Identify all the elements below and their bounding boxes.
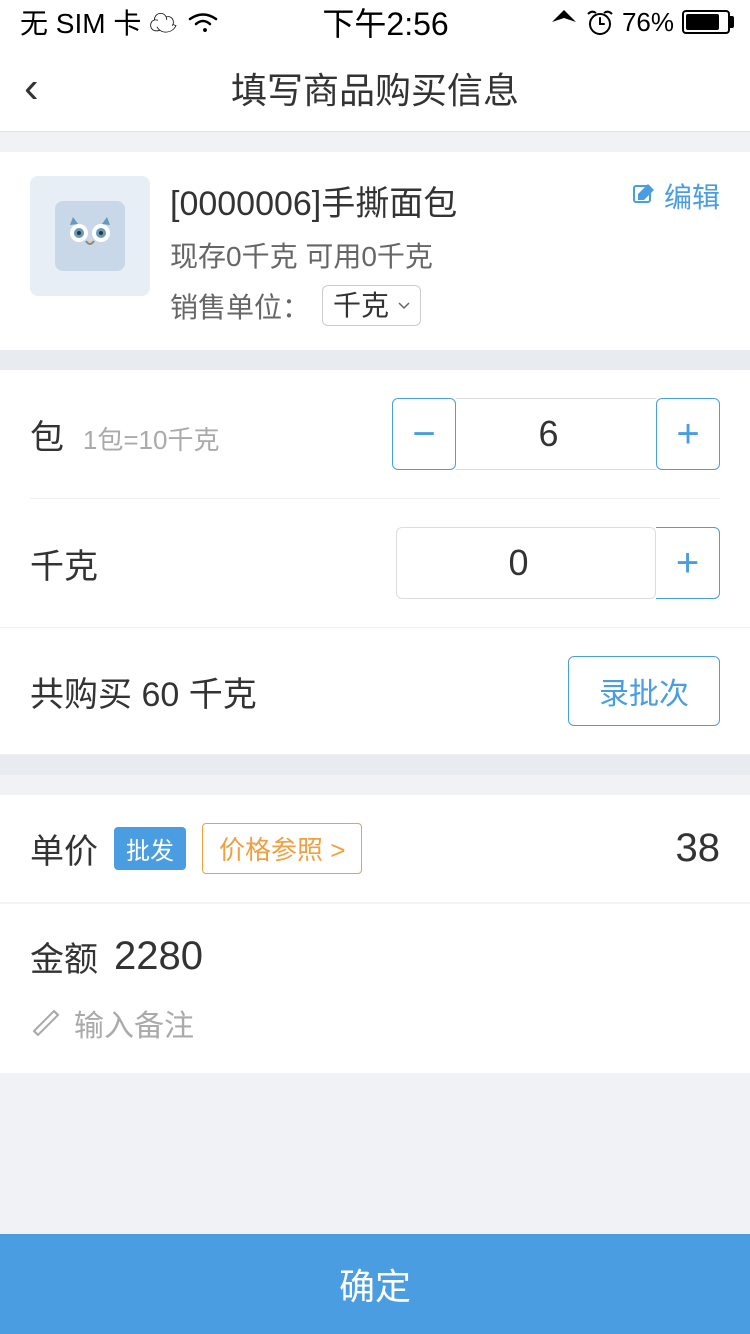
unit-select[interactable]: 千克 包	[322, 285, 421, 326]
bao-label-group: 包 1包=10千克	[30, 410, 219, 459]
status-bar: 无 SIM 卡 ☁ 下午2:56 76%	[0, 0, 750, 44]
amount-value: 2280	[114, 934, 203, 979]
edit-button[interactable]: 编辑	[630, 176, 720, 216]
qianke-quantity-input[interactable]	[396, 527, 656, 599]
product-unit-row: 销售单位： 千克 包	[170, 285, 720, 326]
status-time: 下午2:56	[322, 0, 448, 45]
status-right: 76%	[550, 7, 730, 38]
qianke-quantity-control: +	[396, 527, 720, 599]
batch-button[interactable]: 录批次	[568, 656, 720, 726]
bao-hint: 1包=10千克	[83, 425, 220, 455]
total-row: 共购买 60 千克 录批次	[0, 627, 750, 755]
amount-label: 金额	[30, 932, 98, 981]
battery-percent: 76%	[622, 7, 674, 38]
separator-1	[0, 350, 750, 370]
wifi-icon	[185, 8, 221, 36]
alarm-icon	[586, 8, 614, 36]
qianke-label: 千克	[30, 548, 98, 586]
bao-label: 包	[30, 419, 64, 457]
input-section: 包 1包=10千克 − + 千克 +	[0, 370, 750, 627]
price-label: 单价	[30, 824, 98, 873]
pencil-icon	[30, 1007, 62, 1039]
confirm-button[interactable]: 确定	[0, 1234, 750, 1334]
bao-increment-button[interactable]: +	[656, 398, 720, 470]
battery-icon	[682, 10, 730, 34]
nav-bar: ‹ 填写商品购买信息	[0, 44, 750, 132]
qianke-row: 千克 +	[30, 499, 720, 627]
location-icon	[550, 8, 578, 36]
product-logo	[55, 201, 125, 271]
qianke-increment-button[interactable]: +	[656, 527, 720, 599]
price-value: 38	[676, 826, 721, 871]
total-text: 共购买 60 千克	[30, 667, 257, 716]
amount-row: 金额 2280	[30, 932, 720, 981]
product-stock: 现存0千克 可用0千克	[170, 235, 720, 275]
bao-quantity-control: − +	[392, 398, 720, 470]
price-section: 单价 批发 价格参照 > 38	[0, 795, 750, 902]
back-button[interactable]: ‹	[24, 63, 39, 113]
page-title: 填写商品购买信息	[231, 62, 519, 114]
edit-label: 编辑	[664, 176, 720, 216]
bao-quantity-input[interactable]	[456, 398, 656, 470]
bottom-space	[0, 1073, 750, 1193]
bao-row: 包 1包=10千克 − +	[30, 370, 720, 499]
qianke-label-group: 千克	[30, 539, 98, 588]
separator-2	[0, 755, 750, 775]
status-left: 无 SIM 卡 ☁	[20, 2, 221, 42]
unit-label: 销售单位：	[170, 286, 310, 326]
product-image	[30, 176, 150, 296]
sim-label: 无 SIM 卡 ☁	[20, 2, 177, 42]
remark-label: 输入备注	[74, 1001, 194, 1045]
price-row: 单价 批发 价格参照 > 38	[30, 823, 720, 874]
remark-row[interactable]: 输入备注	[30, 1001, 720, 1045]
price-tag: 批发	[114, 827, 186, 870]
amount-section: 金额 2280 输入备注	[0, 904, 750, 1073]
edit-icon	[630, 182, 658, 210]
price-ref-button[interactable]: 价格参照 >	[202, 823, 362, 874]
product-card: [0000006]手撕面包 现存0千克 可用0千克 销售单位： 千克 包 编辑	[0, 152, 750, 350]
bao-decrement-button[interactable]: −	[392, 398, 456, 470]
